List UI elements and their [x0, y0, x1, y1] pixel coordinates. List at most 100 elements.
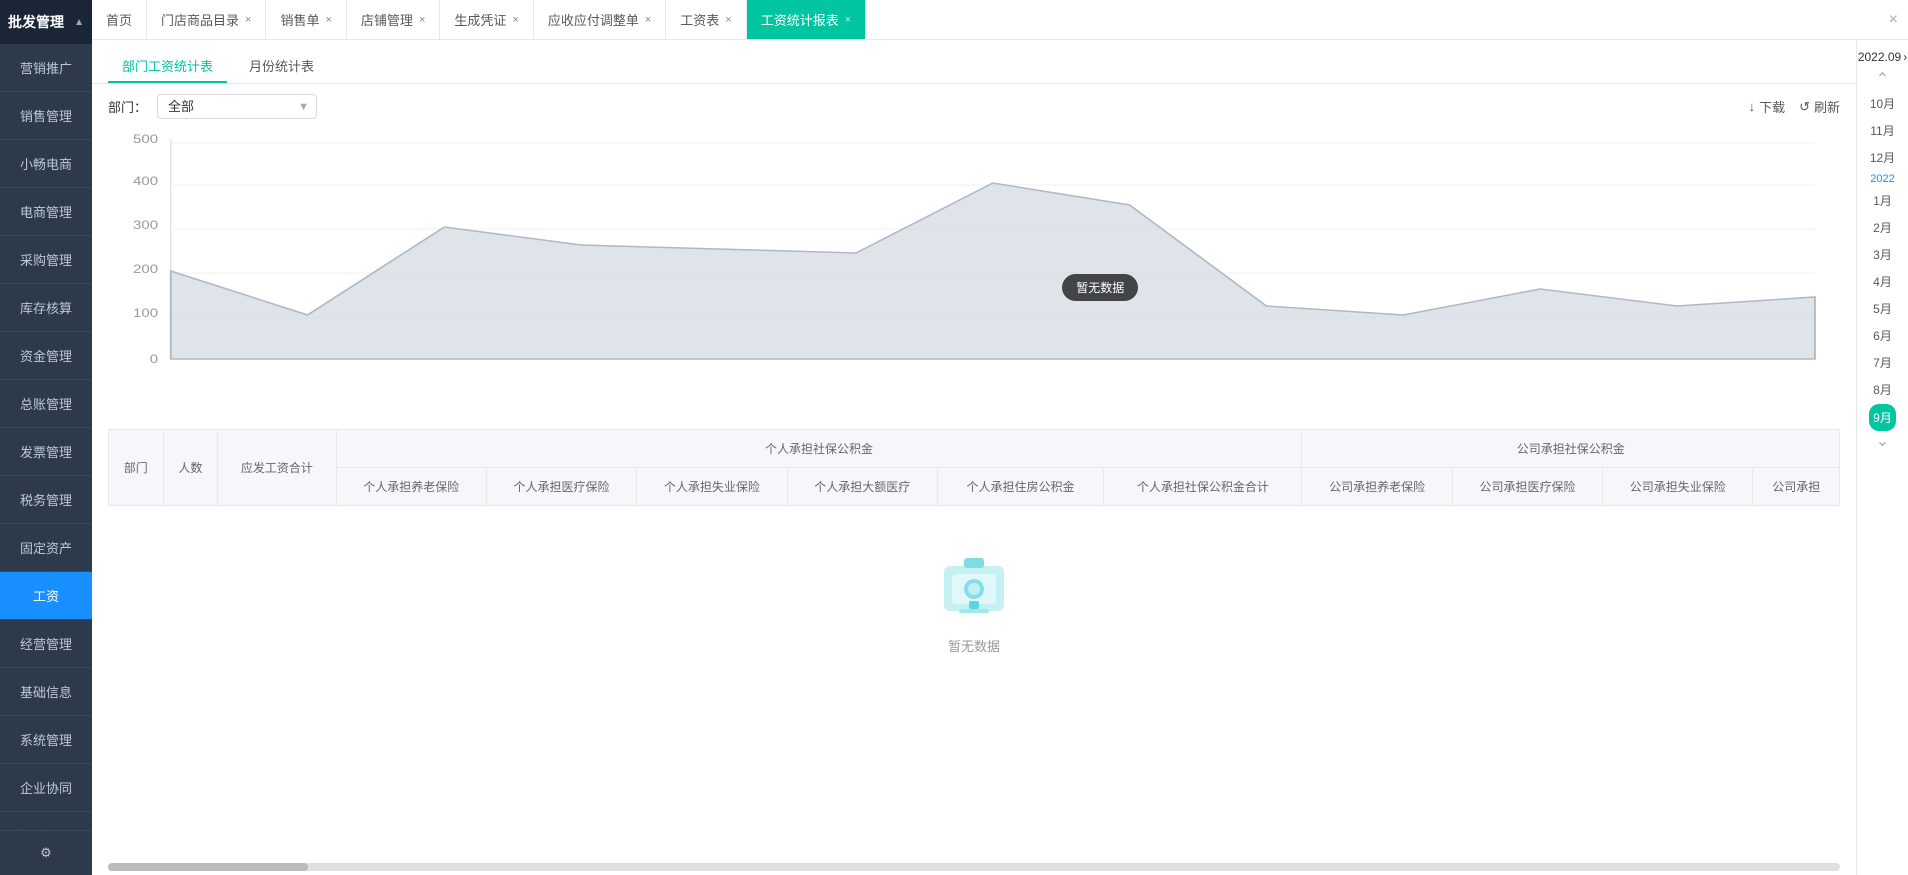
table-scrollbar[interactable]	[108, 863, 1840, 871]
sidebar-footer-settings[interactable]: ⚙	[0, 830, 92, 875]
svg-text:100: 100	[133, 306, 159, 319]
sidebar-item-固定资产[interactable]: 固定资产	[0, 524, 92, 572]
col-个人承担社保公积金合计: 个人承担社保公积金合计	[1104, 468, 1302, 506]
tab-close-icon[interactable]: ×	[512, 14, 518, 26]
sidebar-title: 批发管理	[8, 12, 64, 32]
sidebar-item-发票管理[interactable]: 发票管理	[0, 428, 92, 476]
col-个人承担住房公积金: 个人承担住房公积金	[937, 468, 1103, 506]
tab-close-icon[interactable]: ×	[645, 14, 651, 26]
svg-text:500: 500	[133, 132, 159, 145]
top-tab-生成凭证[interactable]: 生成凭证×	[440, 0, 533, 39]
col-count: 人数	[163, 430, 218, 506]
sidebar-item-营销推广[interactable]: 营销推广	[0, 44, 92, 92]
month-item-3月[interactable]: 3月	[1865, 241, 1900, 268]
col-个人承担大额医疗: 个人承担大额医疗	[787, 468, 937, 506]
sidebar-item-库存核算[interactable]: 库存核算	[0, 284, 92, 332]
month-item-4月[interactable]: 4月	[1865, 268, 1900, 295]
sidebar-item-系统管理[interactable]: 系统管理	[0, 716, 92, 764]
chart-area-fill	[171, 183, 1815, 359]
tab-close-icon[interactable]: ×	[845, 14, 851, 26]
sidebar-item-采购管理[interactable]: 采购管理	[0, 236, 92, 284]
top-tab-首页[interactable]: 首页	[92, 0, 147, 39]
tab-close-icon[interactable]: ×	[245, 14, 251, 26]
main-content: 部门工资统计表月份统计表 部门： 全部 ▼ ↓ 下载	[92, 40, 1856, 875]
dept-filter: 部门： 全部 ▼	[108, 94, 317, 119]
tab-close-icon[interactable]: ×	[419, 14, 425, 26]
col-个人承担养老保险: 个人承担养老保险	[336, 468, 486, 506]
tab-close-icon[interactable]: ×	[725, 14, 731, 26]
top-tab-工资统计报表[interactable]: 工资统计报表×	[747, 0, 866, 39]
toolbar-row: 部门： 全部 ▼ ↓ 下载 ↺ 刷新	[92, 84, 1856, 129]
table-scrollbar-thumb[interactable]	[108, 863, 308, 871]
dept-select-wrapper: 全部 ▼	[157, 94, 317, 119]
month-nav-up-button[interactable]: ⌃	[1857, 70, 1908, 90]
month-item-6月[interactable]: 6月	[1865, 322, 1900, 349]
chart-area: 0 100 200 300 400 500	[92, 129, 1856, 429]
sidebar-item-小畅电商[interactable]: 小畅电商	[0, 140, 92, 188]
download-icon: ↓	[1749, 99, 1756, 114]
col-company-insurance-group: 公司承担社保公积金	[1302, 430, 1840, 468]
col-公司承担医疗保险: 公司承担医疗保险	[1452, 468, 1602, 506]
tab-close-area: ×	[1879, 0, 1908, 39]
right-sidebar: 2022.09 › ⌃ 10月11月12月20221月2月3月4月5月6月7月8…	[1856, 40, 1908, 875]
chevron-right-icon: ›	[1903, 50, 1907, 64]
month-item-5月[interactable]: 5月	[1865, 295, 1900, 322]
main-area: 首页门店商品目录×销售单×店铺管理×生成凭证×应收应付调整单×工资表×工资统计报…	[92, 0, 1908, 875]
no-data-area: 暂无数据	[108, 506, 1840, 695]
sidebar-item-资金管理[interactable]: 资金管理	[0, 332, 92, 380]
refresh-button[interactable]: ↺ 刷新	[1799, 97, 1840, 116]
svg-text:300: 300	[133, 218, 159, 231]
sidebar-menu: 营销推广销售管理小畅电商电商管理采购管理库存核算资金管理总账管理发票管理税务管理…	[0, 44, 92, 830]
table-no-data-text: 暂无数据	[948, 636, 1000, 655]
top-tab-应收应付调整单[interactable]: 应收应付调整单×	[534, 0, 666, 39]
col-公司承担养老保险: 公司承担养老保险	[1302, 468, 1452, 506]
download-button[interactable]: ↓ 下载	[1749, 97, 1786, 116]
window-close-button[interactable]: ×	[1889, 11, 1898, 29]
sub-tabs: 部门工资统计表月份统计表	[92, 40, 1856, 84]
sidebar-item-电商管理[interactable]: 电商管理	[0, 188, 92, 236]
top-tab-销售单[interactable]: 销售单×	[266, 0, 346, 39]
year-label: 2022	[1865, 171, 1900, 187]
sidebar-item-基础信息[interactable]: 基础信息	[0, 668, 92, 716]
sidebar-item-总账管理[interactable]: 总账管理	[0, 380, 92, 428]
month-item-2月[interactable]: 2月	[1865, 214, 1900, 241]
month-item-11月[interactable]: 11月	[1865, 117, 1900, 144]
tab-close-icon[interactable]: ×	[325, 14, 331, 26]
col-wage-total: 应发工资合计	[218, 430, 336, 506]
sub-tab-部门工资统计表[interactable]: 部门工资统计表	[108, 50, 227, 83]
dept-select[interactable]: 全部	[157, 94, 317, 119]
sidebar-arrow-icon: ▲	[74, 17, 84, 28]
top-tab-门店商品目录[interactable]: 门店商品目录×	[147, 0, 266, 39]
chart-no-data-tooltip: 暂无数据	[1062, 274, 1138, 301]
sidebar-item-经营管理[interactable]: 经营管理	[0, 620, 92, 668]
refresh-icon: ↺	[1799, 99, 1810, 115]
sub-tab-月份统计表[interactable]: 月份统计表	[235, 50, 328, 83]
col-个人承担医疗保险: 个人承担医疗保险	[486, 468, 636, 506]
sidebar-item-销售管理[interactable]: 销售管理	[0, 92, 92, 140]
sidebar-item-工资[interactable]: 工资	[0, 572, 92, 620]
dept-label: 部门：	[108, 97, 147, 116]
chart-svg: 0 100 200 300 400 500	[108, 129, 1840, 389]
top-tab-工资表[interactable]: 工资表×	[666, 0, 746, 39]
col-personal-insurance-group: 个人承担社保公积金	[336, 430, 1302, 468]
month-item-10月[interactable]: 10月	[1865, 90, 1900, 117]
svg-text:0: 0	[150, 352, 159, 365]
month-item-7月[interactable]: 7月	[1865, 349, 1900, 376]
svg-text:400: 400	[133, 174, 159, 187]
month-nav-down-button[interactable]: ⌄	[1857, 432, 1908, 452]
month-list: 10月11月12月20221月2月3月4月5月6月7月8月9月	[1865, 90, 1900, 432]
table-area[interactable]: 部门 人数 应发工资合计 个人承担社保公积金 公司承担社保公积金 个人承担养老保…	[108, 429, 1840, 859]
month-item-1月[interactable]: 1月	[1865, 187, 1900, 214]
top-tab-店铺管理[interactable]: 店铺管理×	[347, 0, 440, 39]
month-item-8月[interactable]: 8月	[1865, 376, 1900, 403]
month-item-12月[interactable]: 12月	[1865, 144, 1900, 171]
content-area: 部门工资统计表月份统计表 部门： 全部 ▼ ↓ 下载	[92, 40, 1908, 875]
month-item-9月[interactable]: 9月	[1869, 404, 1896, 431]
right-sidebar-header[interactable]: 2022.09 ›	[1854, 44, 1908, 70]
sidebar-header[interactable]: 批发管理 ▲	[0, 0, 92, 44]
sidebar-item-新手引导[interactable]: 新手引导	[0, 812, 92, 830]
col-个人承担失业保险: 个人承担失业保险	[637, 468, 787, 506]
right-sidebar-date: 2022.09	[1858, 50, 1901, 64]
sidebar-item-税务管理[interactable]: 税务管理	[0, 476, 92, 524]
sidebar-item-企业协同[interactable]: 企业协同	[0, 764, 92, 812]
